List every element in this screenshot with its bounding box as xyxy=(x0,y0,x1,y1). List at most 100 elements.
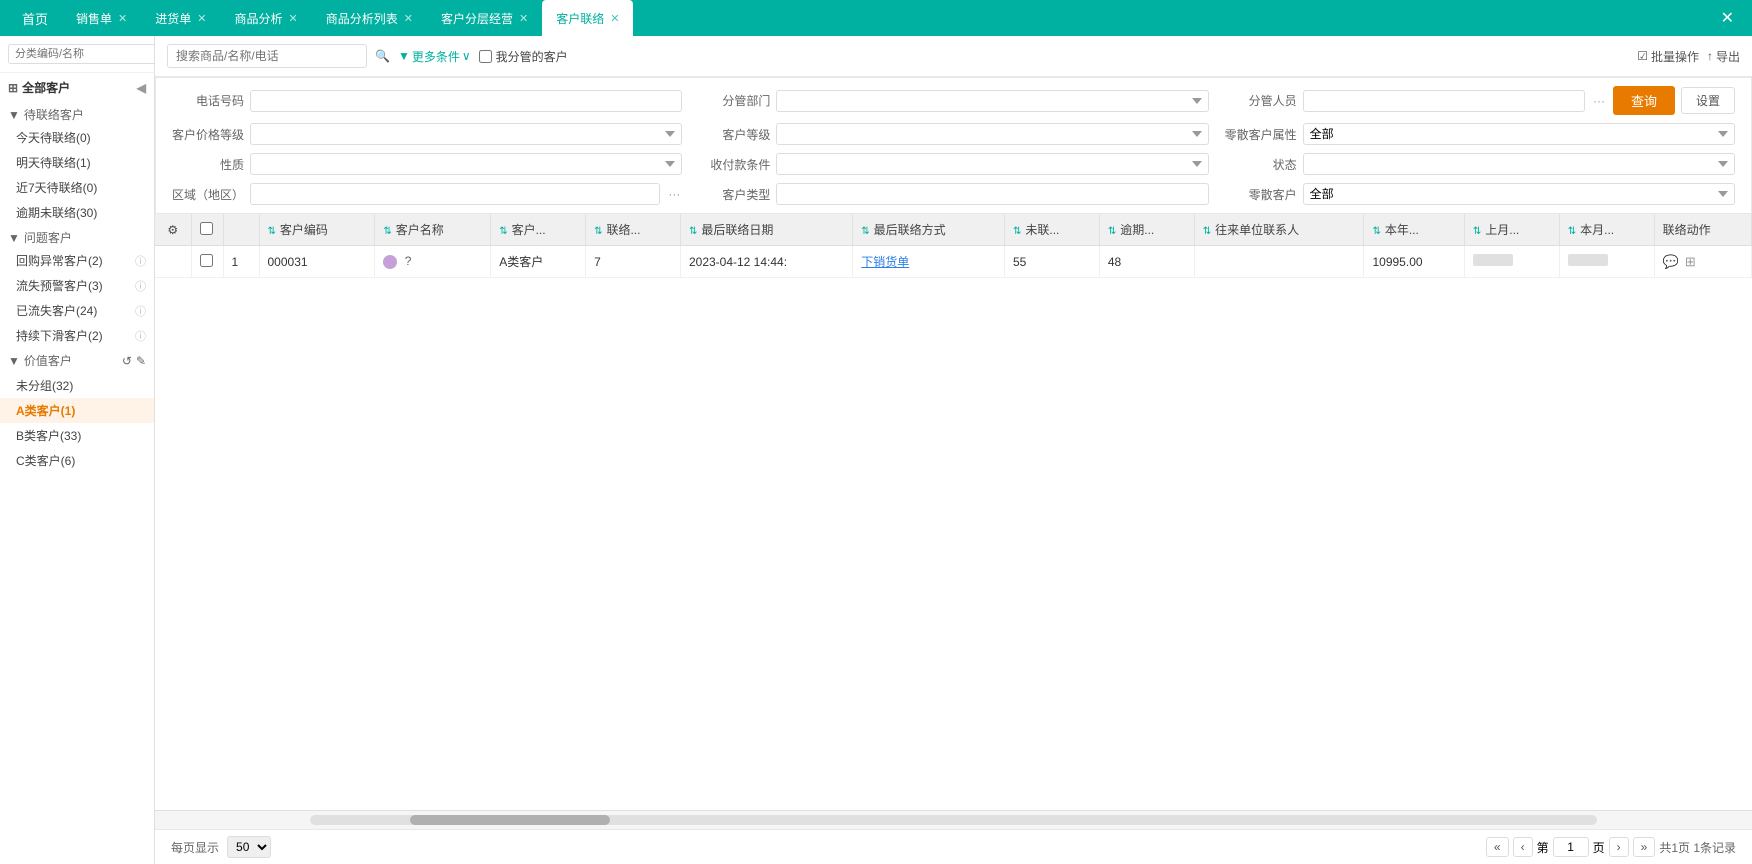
close-customer-segment-icon[interactable]: ✕ xyxy=(519,12,528,25)
filter-search-icon[interactable]: 🔍 xyxy=(375,49,390,63)
table-header-gear[interactable]: ⚙ xyxy=(155,214,191,246)
manager-input[interactable] xyxy=(1303,90,1585,112)
customer-level-select[interactable] xyxy=(776,123,1208,145)
customer-color-dot xyxy=(383,255,397,269)
table-cell-last-contact-method[interactable]: 下销货单 xyxy=(853,246,1005,278)
sidebar-item-a-class[interactable]: A类客户(1) xyxy=(0,398,154,423)
sidebar-item-7days[interactable]: 近7天待联络(0) xyxy=(0,175,154,200)
retail-attr-select[interactable]: 全部 xyxy=(1303,123,1735,145)
status-label: 状态 xyxy=(1225,156,1297,173)
advanced-filter: 电话号码 分管部门 分管人员 ··· 查询 设置 客户价格等级 xyxy=(155,77,1752,214)
payment-select[interactable] xyxy=(776,153,1208,175)
table-header-last-contact-method[interactable]: ⇅最后联络方式 xyxy=(853,214,1005,246)
sidebar-search-input[interactable] xyxy=(8,44,155,64)
query-button[interactable]: 查询 xyxy=(1613,86,1675,115)
nature-select[interactable] xyxy=(250,153,682,175)
filter-row-retail-attr: 零散客户属性 全部 xyxy=(1225,123,1735,145)
table-header-name[interactable]: ⇅客户名称 xyxy=(375,214,491,246)
prev-page-button[interactable]: ‹ xyxy=(1513,837,1533,857)
horizontal-scrollbar[interactable] xyxy=(310,815,1597,825)
table-cell-gear xyxy=(155,246,191,278)
nav-goods-analysis[interactable]: 商品分析 ✕ xyxy=(220,0,311,36)
info-icon-3: ⓘ xyxy=(135,328,146,344)
manager-dots[interactable]: ··· xyxy=(1591,94,1607,108)
region-label: 区域（地区） xyxy=(172,186,244,203)
table-header-last-contact-date[interactable]: ⇅最后联络日期 xyxy=(680,214,852,246)
region-input[interactable] xyxy=(250,183,660,205)
customer-level-label: 客户等级 xyxy=(698,126,770,143)
sidebar-all-customers[interactable]: ⊞ 全部客户 ◀ xyxy=(0,73,154,102)
qr-action-icon[interactable]: ⊞ xyxy=(1685,254,1696,270)
close-customer-contact-icon[interactable]: ✕ xyxy=(610,12,619,25)
row-checkbox[interactable] xyxy=(200,254,213,267)
filter-search-input[interactable] xyxy=(167,44,367,68)
table-header-this-year[interactable]: ⇅本年... xyxy=(1364,214,1464,246)
filter-actions: ☑ 批量操作 ↑ 导出 xyxy=(1637,48,1740,65)
batch-op-icon: ☑ xyxy=(1637,49,1648,63)
grid-icon: ⊞ xyxy=(8,81,18,95)
price-level-select[interactable] xyxy=(250,123,682,145)
retail-customer-select[interactable]: 全部 xyxy=(1303,183,1735,205)
table-cell-name[interactable]: ? xyxy=(375,246,491,278)
first-page-button[interactable]: « xyxy=(1486,837,1509,857)
last-page-button[interactable]: » xyxy=(1633,837,1656,857)
nav-purchase[interactable]: 进货单 ✕ xyxy=(141,0,220,36)
nav-goods-analysis-list[interactable]: 商品分析列表 ✕ xyxy=(312,0,427,36)
settings-button[interactable]: 设置 xyxy=(1681,87,1735,114)
chevron-down-icon: ∨ xyxy=(462,49,471,63)
my-customers-checkbox[interactable] xyxy=(479,50,492,63)
nav-customer-segment[interactable]: 客户分层经营 ✕ xyxy=(427,0,542,36)
table-header-unit-contact[interactable]: ⇅往来单位联系人 xyxy=(1194,214,1364,246)
retail-attr-label: 零散客户属性 xyxy=(1225,126,1297,143)
status-select[interactable] xyxy=(1303,153,1735,175)
nav-customer-contact[interactable]: 客户联络 ✕ xyxy=(542,0,633,36)
info-icon-2: ⓘ xyxy=(135,303,146,319)
select-all-checkbox[interactable] xyxy=(200,222,213,235)
filter-row-price-level: 客户价格等级 xyxy=(172,123,682,145)
phone-label: 电话号码 xyxy=(172,92,244,109)
sidebar-item-declining[interactable]: 持续下滑客户(2) ⓘ xyxy=(0,323,154,348)
close-purchase-icon[interactable]: ✕ xyxy=(197,12,206,25)
dept-select[interactable] xyxy=(776,90,1208,112)
close-goods-analysis-list-icon[interactable]: ✕ xyxy=(404,12,413,25)
table-header-row: ⚙ ⇅客户编码 ⇅客户名称 ⇅客户... ⇅联络... ⇅最后联络日期 ⇅最后联… xyxy=(155,214,1752,246)
my-customers-filter[interactable]: 我分管的客户 xyxy=(479,48,568,65)
filter-row-region: 区域（地区） ··· xyxy=(172,183,682,205)
sidebar-item-today[interactable]: 今天待联络(0) xyxy=(0,125,154,150)
sidebar-item-b-class[interactable]: B类客户(33) xyxy=(0,423,154,448)
batch-op-button[interactable]: ☑ 批量操作 xyxy=(1637,48,1699,65)
nav-home[interactable]: 首页 xyxy=(8,0,62,36)
table-header-contact[interactable]: ⇅联络... xyxy=(586,214,681,246)
table-header-no-contact[interactable]: ⇅未联... xyxy=(1004,214,1099,246)
window-close-button[interactable]: ✕ xyxy=(1711,8,1744,28)
nav-sales[interactable]: 销售单 ✕ xyxy=(62,0,141,36)
close-sales-icon[interactable]: ✕ xyxy=(118,12,127,25)
filter-more-btn[interactable]: ▼ 更多条件 ∨ xyxy=(398,48,471,65)
table-header-overdue[interactable]: ⇅逾期... xyxy=(1099,214,1194,246)
chat-action-icon[interactable]: 💬 xyxy=(1663,254,1679,270)
table-header-type[interactable]: ⇅客户... xyxy=(491,214,586,246)
customer-type-input[interactable] xyxy=(776,183,1208,205)
export-button[interactable]: ↑ 导出 xyxy=(1707,48,1740,65)
sidebar-item-c-class[interactable]: C类客户(6) xyxy=(0,448,154,473)
filter-row-customer-level: 客户等级 xyxy=(698,123,1208,145)
page-number-input[interactable] xyxy=(1553,837,1589,857)
table-header-code[interactable]: ⇅客户编码 xyxy=(259,214,375,246)
table-header-this-month[interactable]: ⇅本月... xyxy=(1559,214,1654,246)
close-goods-analysis-icon[interactable]: ✕ xyxy=(289,12,298,25)
per-page-select[interactable]: 50 xyxy=(227,836,271,858)
refresh-icon[interactable]: ↺ xyxy=(122,354,132,368)
edit-icon[interactable]: ✎ xyxy=(136,354,146,368)
sidebar-item-repurchase-abnormal[interactable]: 回购异常客户(2) ⓘ xyxy=(0,248,154,273)
sidebar-item-unclassified[interactable]: 未分组(32) xyxy=(0,373,154,398)
scrollbar-thumb[interactable] xyxy=(410,815,610,825)
region-dots[interactable]: ··· xyxy=(666,187,682,201)
sidebar-item-churn-warning[interactable]: 流失预警客户(3) ⓘ xyxy=(0,273,154,298)
next-page-button[interactable]: › xyxy=(1609,837,1629,857)
table-cell-last-contact-date: 2023-04-12 14:44: xyxy=(680,246,852,278)
phone-input[interactable] xyxy=(250,90,682,112)
sidebar-item-churned[interactable]: 已流失客户(24) ⓘ xyxy=(0,298,154,323)
sidebar-item-overdue[interactable]: 逾期未联络(30) xyxy=(0,200,154,225)
table-header-last-month[interactable]: ⇅上月... xyxy=(1464,214,1559,246)
sidebar-item-tomorrow[interactable]: 明天待联络(1) xyxy=(0,150,154,175)
